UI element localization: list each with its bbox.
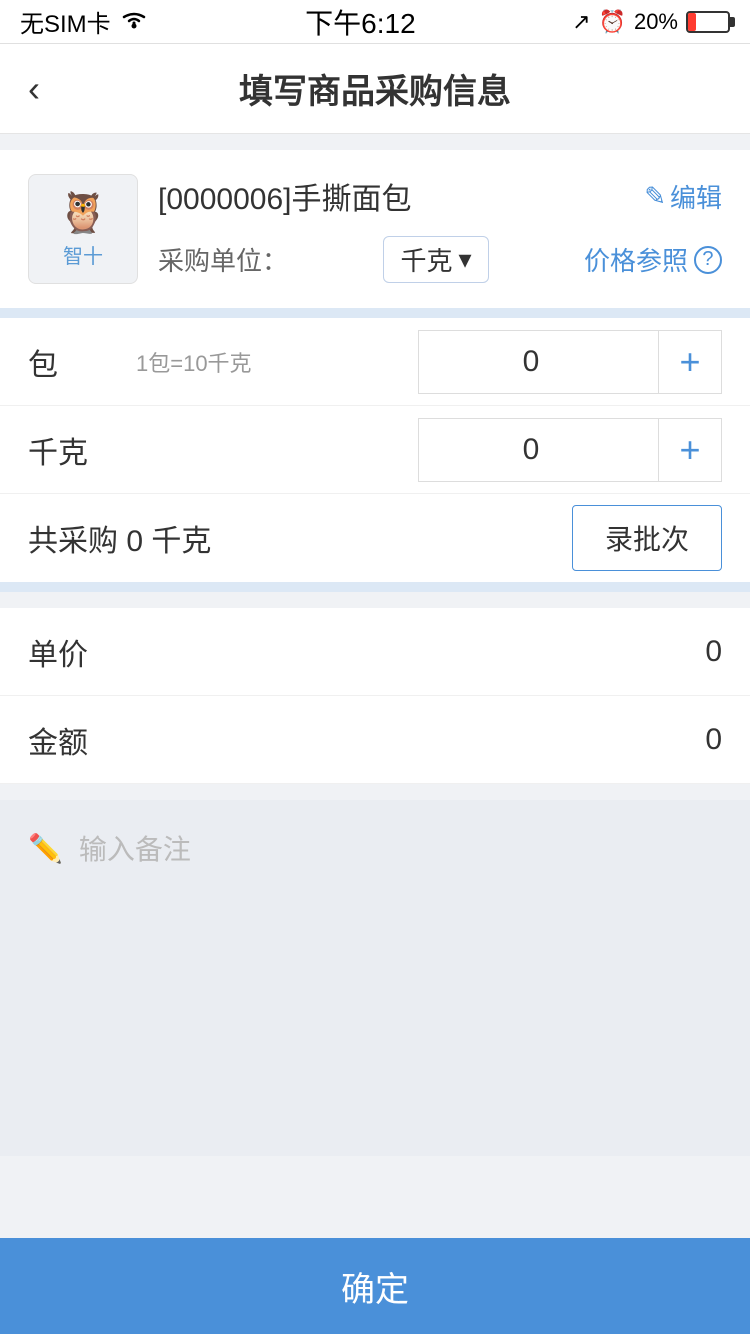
bao-input[interactable]	[418, 330, 658, 394]
content-area	[0, 896, 750, 1156]
edit-button[interactable]: ✎ 编辑	[644, 178, 722, 215]
bao-input-group: +	[418, 330, 722, 394]
owl-icon: 🦉	[58, 189, 108, 236]
note-placeholder: 输入备注	[79, 828, 191, 868]
product-card: 🦉 智十 [0000006]手撕面包 ✎ 编辑 采购单位： 千克 ▾ 价格参照 …	[0, 150, 750, 308]
bao-label: 包	[28, 340, 128, 384]
note-section[interactable]: ✏️ 输入备注	[0, 800, 750, 896]
product-name: [0000006]手撕面包	[158, 174, 411, 218]
help-icon: ?	[694, 246, 722, 274]
product-image: 🦉 智十	[28, 174, 138, 284]
kg-input[interactable]	[418, 418, 658, 482]
unit-label: 采购单位：	[158, 241, 288, 278]
status-bar: 无SIM卡 下午6:12 ↗ ⏰ 20%	[0, 0, 750, 44]
pencil-icon: ✏️	[28, 832, 63, 865]
batch-button[interactable]: 录批次	[572, 505, 722, 571]
input-section: 包 1包=10千克 + 千克 +	[0, 318, 750, 494]
owl-label: 智十	[63, 240, 103, 269]
nav-bar: ‹ 填写商品采购信息	[0, 44, 750, 134]
confirm-label: 确定	[341, 1262, 409, 1311]
total-row: 共采购 0 千克 录批次	[0, 494, 750, 582]
divider-2	[0, 582, 750, 592]
kg-input-group: +	[418, 418, 722, 482]
edit-icon: ✎	[644, 181, 666, 212]
unit-row: 采购单位： 千克 ▾ 价格参照 ?	[158, 236, 722, 283]
status-right: ↗ ⏰ 20%	[572, 9, 730, 35]
product-name-row: [0000006]手撕面包 ✎ 编辑	[158, 174, 722, 218]
status-time: 下午6:12	[305, 2, 416, 42]
confirm-button[interactable]: 确定	[0, 1238, 750, 1334]
chevron-down-icon: ▾	[458, 244, 471, 275]
battery-indicator	[686, 11, 730, 33]
amount-row: 金额 0	[0, 696, 750, 784]
status-left: 无SIM卡	[20, 4, 149, 39]
unit-select[interactable]: 千克 ▾	[383, 236, 488, 283]
alarm-icon: ⏰	[599, 9, 626, 35]
unit-price-row: 单价 0	[0, 608, 750, 696]
total-text: 共采购 0 千克	[28, 516, 211, 560]
location-icon: ↗	[572, 9, 590, 35]
battery-pct: 20%	[634, 9, 678, 35]
unit-price-label: 单价	[28, 630, 88, 674]
kg-row: 千克 +	[0, 406, 750, 494]
divider-1	[0, 308, 750, 318]
price-ref-label: 价格参照	[584, 241, 688, 278]
amount-value: 0	[705, 723, 722, 757]
product-info: [0000006]手撕面包 ✎ 编辑 采购单位： 千克 ▾ 价格参照 ?	[158, 174, 722, 283]
price-ref-button[interactable]: 价格参照 ?	[584, 241, 722, 278]
kg-plus-button[interactable]: +	[658, 418, 722, 482]
unit-price-value: 0	[705, 635, 722, 669]
unit-value: 千克	[400, 241, 452, 278]
amount-label: 金额	[28, 718, 88, 762]
carrier-text: 无SIM卡	[20, 4, 111, 39]
bao-sublabel: 1包=10千克	[136, 346, 252, 378]
back-button[interactable]: ‹	[28, 68, 40, 110]
page-title: 填写商品采购信息	[239, 64, 511, 113]
bao-plus-button[interactable]: +	[658, 330, 722, 394]
wifi-icon	[119, 7, 149, 36]
bao-row: 包 1包=10千克 +	[0, 318, 750, 406]
edit-label: 编辑	[670, 178, 722, 215]
kg-label: 千克	[28, 428, 128, 472]
price-section: 单价 0 金额 0	[0, 608, 750, 784]
